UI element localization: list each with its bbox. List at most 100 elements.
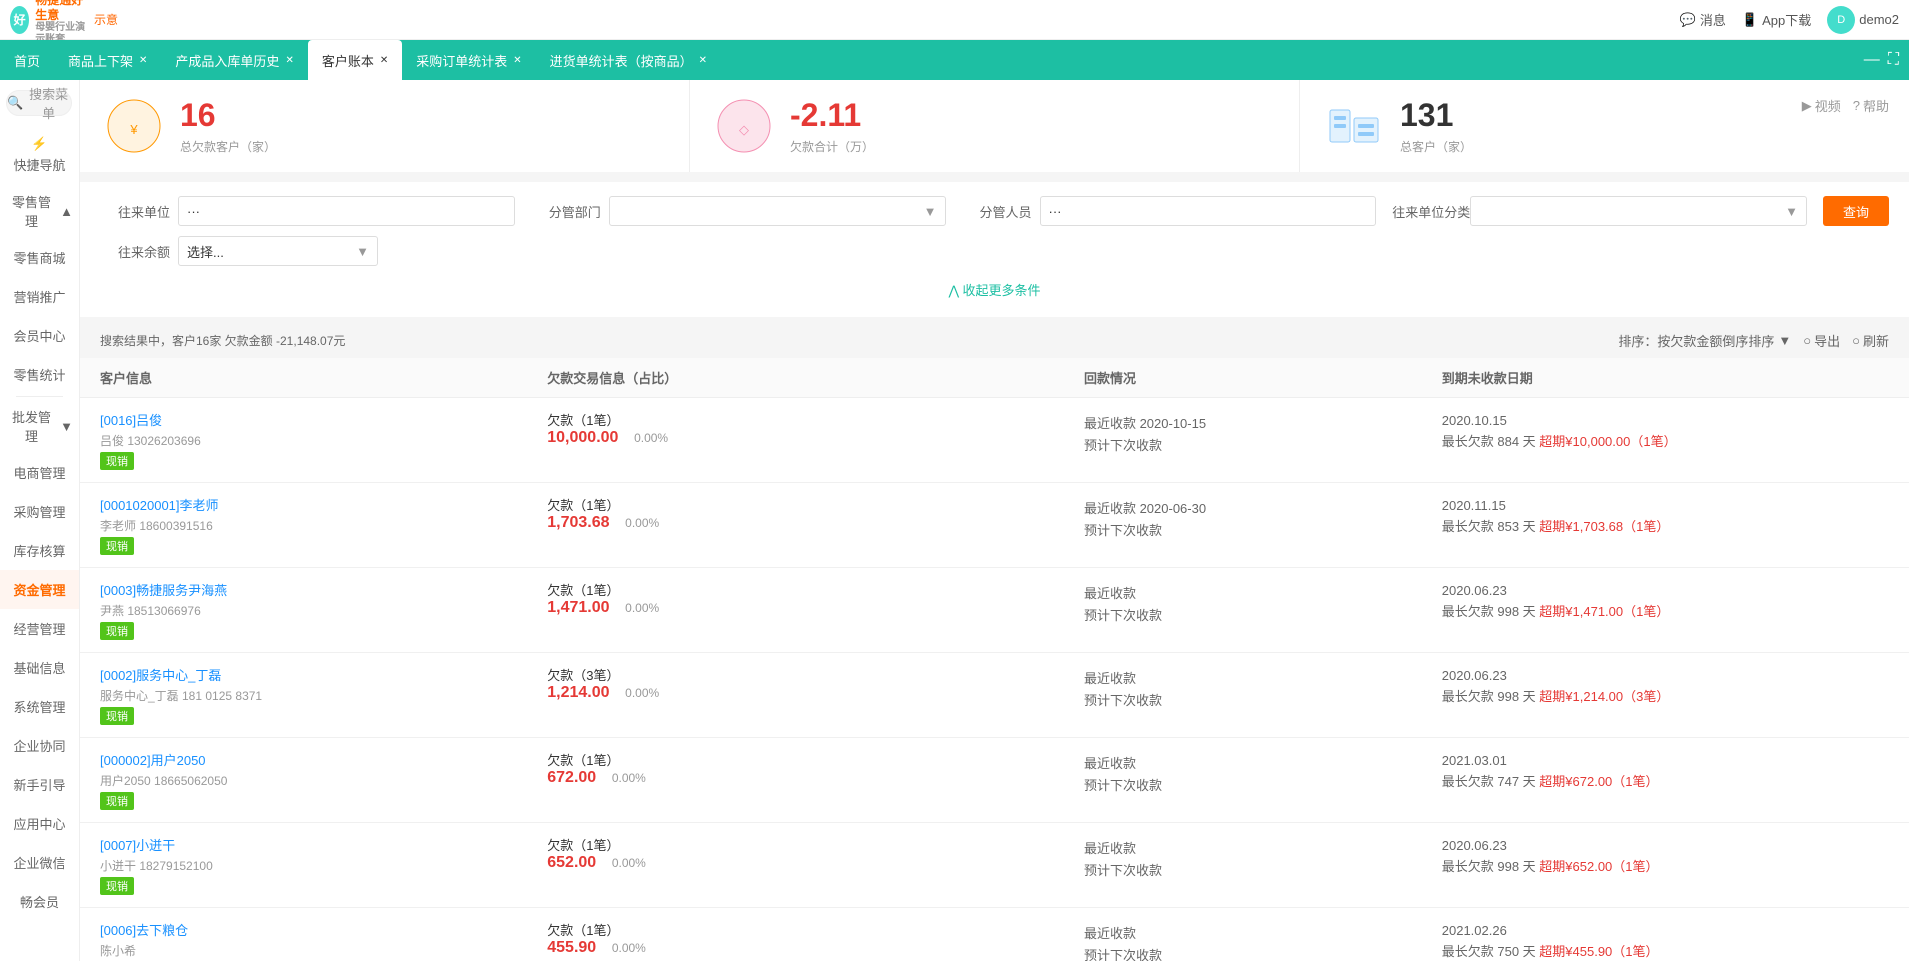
customer-name-4[interactable]: [000002]用户2050 [100,750,547,769]
logo: 好 畅捷通好生意 母婴行业演示账套 [10,0,90,46]
sidebar-item-quick-nav[interactable]: ⚡ 快捷导航 [0,126,79,184]
overdue-days-6: 最长欠款 750 天 超期¥455.90（1笔） [1442,941,1889,960]
customer-phone-2: 尹燕 18513066976 [100,602,547,619]
finance-label: 资金管理 [13,580,65,599]
table-row: [0002]服务中心_丁磊 服务中心_丁磊 181 0125 8371 现销 欠… [80,653,1909,738]
sidebar-item-guide[interactable]: 新手引导 [0,765,79,804]
customer-name-5[interactable]: [0007]小迸干 [100,835,547,854]
from-unit-label: 往来单位 [100,202,170,221]
search-icon: 🔍 [7,95,23,111]
overdue-info-3: 2020.06.23 最长欠款 998 天 超期¥1,214.00（3笔） [1442,665,1889,708]
sidebar-item-retail-mgmt[interactable]: 零售管理 ▲ [0,184,79,238]
sidebar-item-wholesale-mgmt[interactable]: 批发管理 ▼ [0,399,79,453]
tab-purchase-stats-close[interactable]: ✕ [699,55,707,66]
sidebar-item-marketing[interactable]: 营销推广 [0,277,79,316]
debt-amount-2: 1,471.00 [547,599,609,616]
customer-name-6[interactable]: [0006]去下粮仓 [100,920,547,939]
overdue-amount-0[interactable]: 超期¥10,000.00（1笔） [1539,434,1676,449]
overdue-amount-2[interactable]: 超期¥1,471.00（1笔） [1539,604,1669,619]
sidebar-item-ecommerce[interactable]: 电商管理 [0,453,79,492]
tab-purchase-stats[interactable]: 进货单统计表（按商品） ✕ [536,40,721,80]
sidebar-item-enterprise[interactable]: 企业协同 [0,726,79,765]
user-profile[interactable]: D demo2 [1827,6,1899,34]
sort-control[interactable]: 排序：按欠款金额倒序排序 ▼ [1618,331,1791,350]
tab-controls: — ⛶ [1854,40,1909,80]
query-button[interactable]: 查询 [1823,196,1889,226]
unit-category-select[interactable]: ▼ [1470,196,1807,226]
sidebar-item-wechat[interactable]: 企业微信 [0,843,79,882]
tab-purchase-order[interactable]: 采购订单统计表 ✕ [402,40,535,80]
customer-tag-1: 现销 [100,537,134,555]
debt-ratio-2: 0.00% [625,601,659,615]
tab-purchase-order-close[interactable]: ✕ [513,55,521,66]
stat-actions: ▶ 视频 ? 帮助 [1802,96,1889,115]
tab-customer-account[interactable]: 客户账本 ✕ [308,40,402,80]
overdue-amount-6[interactable]: 超期¥455.90（1笔） [1539,944,1658,959]
overdue-amount-3[interactable]: 超期¥1,214.00（3笔） [1539,689,1669,704]
data-table: 客户信息 欠款交易信息（占比） 回款情况 到期未收款日期 [0016]吕俊 吕俊… [80,358,1909,961]
tab-minimize-btn[interactable]: — [1864,51,1880,69]
debt-amount-1: 1,703.68 [547,514,609,531]
sidebar-toggle[interactable]: 示意 [94,11,118,28]
tab-production-close[interactable]: ✕ [285,55,293,66]
sidebar-item-business[interactable]: 经营管理 [0,609,79,648]
customer-tag-3: 现销 [100,707,134,725]
dept-select[interactable]: ▼ [609,196,946,226]
overdue-days-5: 最长欠款 998 天 超期¥652.00（1笔） [1442,856,1889,875]
balance-select[interactable]: 选择... ▼ [178,236,378,266]
sidebar-item-retail-stats[interactable]: 零售统计 [0,355,79,394]
tab-purchase-order-label: 采购订单统计表 [416,51,507,70]
debt-count-3: 欠款（3笔） [547,665,1084,684]
overdue-amount-1[interactable]: 超期¥1,703.68（1笔） [1539,519,1669,534]
tab-production[interactable]: 产成品入库单历史 ✕ [161,40,307,80]
sidebar-item-basic-info[interactable]: 基础信息 [0,648,79,687]
overdue-customers-icon: ¥ [104,96,164,156]
from-unit-input[interactable]: ··· [178,196,515,226]
customer-name-2[interactable]: [0003]畅捷服务尹海燕 [100,580,547,599]
from-unit-dots: ··· [187,204,200,219]
customer-name-0[interactable]: [0016]吕俊 [100,410,547,429]
next-payment-1: 预计下次收款 [1084,520,1442,539]
balance-label: 往来余额 [100,242,170,261]
sidebar-item-purchase[interactable]: 采购管理 [0,492,79,531]
debt-ratio-0: 0.00% [634,431,668,445]
debt-info-5: 欠款（1笔） 652.00 0.00% [547,835,1084,872]
customer-name-1[interactable]: [0001020001]李老师 [100,495,547,514]
wechat-label: 企业微信 [13,853,65,872]
stat-overdue-amount: ◇ -2.11 欠款合计（万） [690,80,1300,172]
sidebar-item-inventory[interactable]: 库存核算 [0,531,79,570]
overdue-amount-5[interactable]: 超期¥652.00（1笔） [1539,859,1658,874]
filter-row-1: 往来单位 ··· 分管部门 ▼ 分管人员 [100,196,1889,226]
tab-home[interactable]: 首页 [0,40,54,80]
message-action[interactable]: 💬 消息 [1680,10,1726,29]
purchase-label: 采购管理 [13,502,65,521]
overdue-amount-4[interactable]: 超期¥672.00（1笔） [1539,774,1658,789]
help-action[interactable]: ? 帮助 [1853,96,1889,115]
stat-overdue-customers-info: 16 总欠款客户（家） [180,97,665,155]
debt-count-0: 欠款（1笔） [547,410,1084,429]
video-action[interactable]: ▶ 视频 [1802,96,1841,115]
return-info-4: 最近收款 预计下次收款 [1084,750,1442,797]
sidebar-item-vip[interactable]: 畅会员 [0,882,79,921]
sidebar-item-app-center[interactable]: 应用中心 [0,804,79,843]
refresh-action[interactable]: ○ 刷新 [1852,331,1889,350]
total-customers-icon [1324,96,1384,156]
debt-info-0: 欠款（1笔） 10,000.00 0.00% [547,410,1084,447]
tab-products[interactable]: 商品上下架 ✕ [54,40,161,80]
manager-input[interactable]: ··· [1040,196,1377,226]
search-menu-btn[interactable]: 🔍 搜索菜单 [6,90,72,116]
tab-customer-account-close[interactable]: ✕ [380,55,388,66]
sidebar-item-member[interactable]: 会员中心 [0,316,79,355]
export-action[interactable]: ○ 导出 [1803,331,1840,350]
tab-products-close[interactable]: ✕ [139,55,147,66]
total-customers-label: 总客户（家） [1400,138,1885,155]
sidebar-item-finance[interactable]: 资金管理 [0,570,79,609]
collapse-bar[interactable]: ⋀ 收起更多条件 [100,276,1889,303]
return-info-5: 最近收款 预计下次收款 [1084,835,1442,882]
customer-name-3[interactable]: [0002]服务中心_丁磊 [100,665,547,684]
sidebar-item-system[interactable]: 系统管理 [0,687,79,726]
sidebar-item-retail-store[interactable]: 零售商城 [0,238,79,277]
tab-maximize-btn[interactable]: ⛶ [1888,51,1899,69]
app-download-action[interactable]: 📱 App下载 [1742,10,1811,29]
last-payment-4: 最近收款 [1084,753,1442,772]
